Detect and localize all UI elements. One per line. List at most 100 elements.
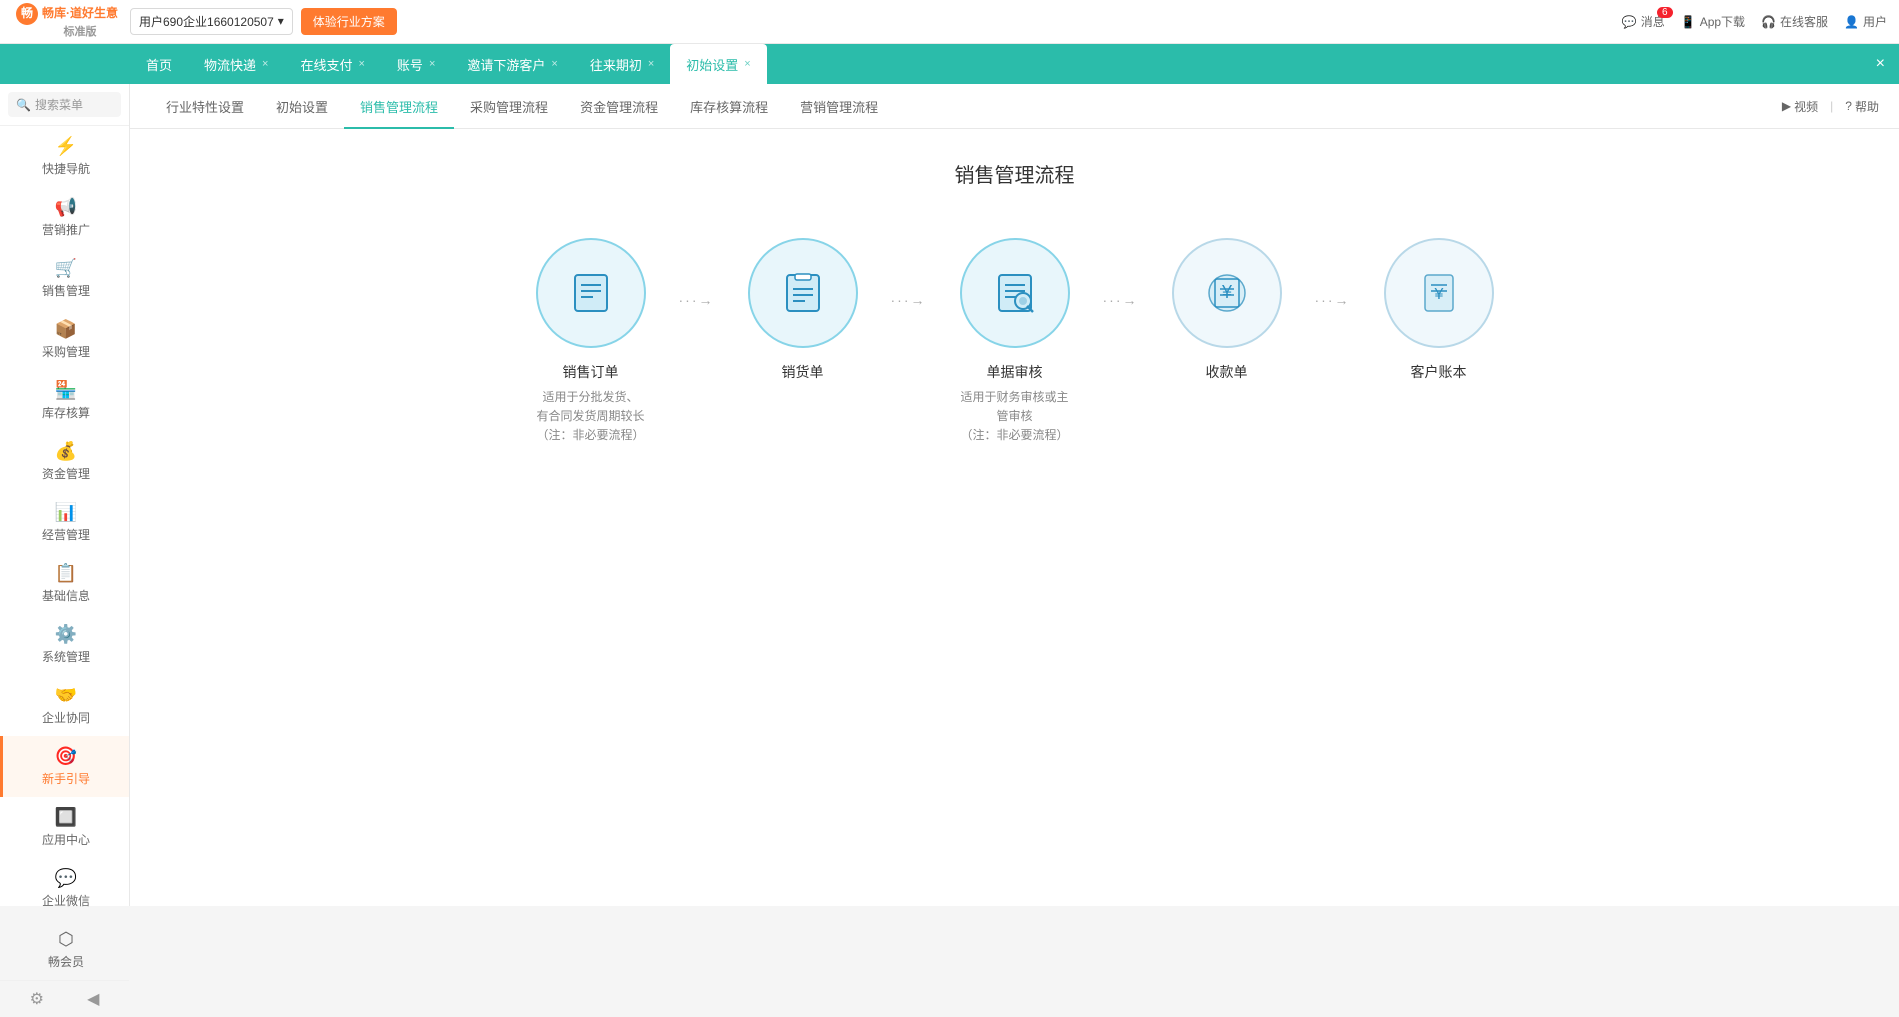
appstore-icon: 🔲 — [55, 807, 77, 828]
trial-button[interactable]: 体验行业方案 — [301, 8, 397, 35]
flow-circle-sales-order — [536, 238, 646, 348]
sub-tabs: 行业特性设置 初始设置 销售管理流程 采购管理流程 资金管理流程 库存核算流程 … — [130, 84, 1899, 129]
sidebar-item-shortcut[interactable]: ⚡ 快捷导航 — [0, 126, 129, 187]
flow-step-ledger[interactable]: ¥ 客户账本 — [1359, 238, 1519, 388]
flow-step-receipt[interactable]: ¥ 收款单 — [1147, 238, 1307, 388]
marketing-icon: 📢 — [55, 197, 77, 218]
nav-tab-close-icon[interactable]: × — [648, 58, 654, 70]
flow-arrow-2: ···→ — [883, 292, 935, 308]
sub-tabs-right: ▶ 视频 | ? 帮助 — [1782, 98, 1879, 115]
sidebar-item-basic[interactable]: 📋 基础信息 — [0, 553, 129, 614]
sidebar-item-operations[interactable]: 📊 经营管理 — [0, 492, 129, 553]
sidebar-bottom: ⚙ ◀ — [0, 980, 129, 1017]
sidebar-item-system[interactable]: ⚙️ 系统管理 — [0, 614, 129, 675]
sidebar-item-wechat[interactable]: 💬 企业微信 — [0, 858, 129, 919]
flow-circle-ledger: ¥ — [1384, 238, 1494, 348]
flow-label-receipt: 收款单 — [1206, 362, 1248, 382]
finance-icon: 💰 — [55, 441, 77, 462]
sub-tab-purchase-flow[interactable]: 采购管理流程 — [454, 84, 564, 129]
sidebar-item-sales[interactable]: 🛒 销售管理 — [0, 248, 129, 309]
sidebar-settings-button[interactable]: ⚙ — [30, 989, 44, 1009]
guide-icon: 🎯 — [55, 746, 77, 767]
user-menu-button[interactable]: 👤 用户 — [1844, 13, 1887, 30]
nav-tab-close-icon[interactable]: × — [429, 58, 435, 70]
video-icon: ▶ — [1782, 99, 1791, 113]
nav-tab-close-icon[interactable]: × — [744, 58, 750, 70]
message-button[interactable]: 💬 消息 6 — [1622, 13, 1665, 30]
flow-desc-audit: 适用于财务审核或主管审核（注：非必要流程） — [960, 388, 1068, 446]
page-title: 销售管理流程 — [170, 159, 1859, 188]
flow-label-ledger: 客户账本 — [1411, 362, 1467, 382]
nav-tab-account[interactable]: 账号 × — [381, 44, 451, 84]
nav-tab-close-icon[interactable]: × — [262, 58, 268, 70]
nav-tab-close-icon[interactable]: × — [551, 58, 557, 70]
flow-step-audit[interactable]: 单据审核 适用于财务审核或主管审核（注：非必要流程） — [935, 238, 1095, 446]
search-icon: 🔍 — [16, 98, 31, 112]
svg-text:¥: ¥ — [1433, 286, 1443, 303]
message-badge: 6 — [1657, 7, 1673, 18]
nav-tab-close-icon[interactable]: × — [358, 58, 364, 70]
purchase-icon: 📦 — [55, 319, 77, 340]
sub-tab-init[interactable]: 初始设置 — [260, 84, 344, 129]
logo-text: 畅 畅库·道好生意 标准版 — [16, 3, 118, 40]
sidebar-item-member[interactable]: ⬡ 畅会员 — [0, 919, 129, 980]
svg-text:¥: ¥ — [1220, 282, 1232, 302]
service-icon: 🎧 — [1761, 15, 1776, 29]
message-icon: 💬 — [1622, 15, 1637, 29]
main-layout: 🔍 搜索菜单 ⚡ 快捷导航 📢 营销推广 🛒 销售管理 📦 采购管理 🏪 库存核… — [0, 84, 1899, 906]
shortcut-icon: ⚡ — [55, 136, 77, 157]
header-left: 畅 畅库·道好生意 标准版 用户690企业1660120507 ▾ 体验行业方案 — [12, 3, 397, 40]
sidebar-search-area[interactable]: 🔍 搜索菜单 — [0, 84, 129, 126]
page-body: 销售管理流程 销售订单 适用于分批发货、有合同发货周期较长（注：非必要流程） — [130, 129, 1899, 476]
dropdown-arrow-icon: ▾ — [278, 14, 284, 28]
nav-tab-invite[interactable]: 邀请下游客户 × — [451, 44, 573, 84]
logo-icon: 畅 — [16, 3, 38, 25]
flow-step-delivery[interactable]: 销货单 — [723, 238, 883, 388]
basic-icon: 📋 — [55, 563, 77, 584]
sidebar-item-finance[interactable]: 💰 资金管理 — [0, 431, 129, 492]
sidebar-item-inventory[interactable]: 🏪 库存核算 — [0, 370, 129, 431]
sub-tab-finance-flow[interactable]: 资金管理流程 — [564, 84, 674, 129]
flow-step-sales-order[interactable]: 销售订单 适用于分批发货、有合同发货周期较长（注：非必要流程） — [511, 238, 671, 446]
flow-circle-delivery — [748, 238, 858, 348]
member-icon: ⬡ — [58, 929, 74, 950]
sidebar-item-guide[interactable]: 🎯 新手引导 — [0, 736, 129, 797]
video-help-button[interactable]: ▶ 视频 — [1782, 98, 1818, 115]
help-icon: ? — [1845, 99, 1852, 113]
flow-label-audit: 单据审核 — [987, 362, 1043, 382]
sidebar-item-purchase[interactable]: 📦 采购管理 — [0, 309, 129, 370]
sub-tab-sales-flow[interactable]: 销售管理流程 — [344, 84, 454, 129]
flow-desc-sales-order: 适用于分批发货、有合同发货周期较长（注：非必要流程） — [536, 388, 644, 446]
nav-tab-payment[interactable]: 在线支付 × — [284, 44, 380, 84]
sidebar-collapse-button[interactable]: ◀ — [87, 989, 99, 1009]
nav-tabs: 首页 物流快递 × 在线支付 × 账号 × 邀请下游客户 × 往来期初 × 初始… — [0, 44, 1899, 84]
main-content: 行业特性设置 初始设置 销售管理流程 采购管理流程 资金管理流程 库存核算流程 … — [130, 84, 1899, 906]
nav-tab-init[interactable]: 初始设置 × — [670, 44, 766, 84]
wechat-icon: 💬 — [55, 868, 77, 889]
nav-tab-period[interactable]: 往来期初 × — [574, 44, 670, 84]
online-service-button[interactable]: 🎧 在线客服 — [1761, 13, 1828, 30]
nav-tab-home[interactable]: 首页 — [130, 44, 188, 84]
sidebar: 🔍 搜索菜单 ⚡ 快捷导航 📢 营销推广 🛒 销售管理 📦 采购管理 🏪 库存核… — [0, 84, 130, 906]
help-button[interactable]: ? 帮助 — [1845, 98, 1879, 115]
sub-tab-inventory-flow[interactable]: 库存核算流程 — [674, 84, 784, 129]
sub-tab-industry[interactable]: 行业特性设置 — [150, 84, 260, 129]
header-right: 💬 消息 6 📱 App下载 🎧 在线客服 👤 用户 — [1622, 13, 1887, 30]
sidebar-item-marketing[interactable]: 📢 营销推广 — [0, 187, 129, 248]
operations-icon: 📊 — [55, 502, 77, 523]
inventory-icon: 🏪 — [55, 380, 77, 401]
sidebar-item-enterprise[interactable]: 🤝 企业协同 — [0, 675, 129, 736]
avatar-icon: 👤 — [1844, 15, 1859, 29]
enterprise-icon: 🤝 — [55, 685, 77, 706]
nav-close-all-button[interactable]: × — [1862, 55, 1899, 73]
sub-tab-marketing-flow[interactable]: 营销管理流程 — [784, 84, 894, 129]
flow-label-sales-order: 销售订单 — [563, 362, 619, 382]
search-input-area[interactable]: 🔍 搜索菜单 — [8, 92, 121, 117]
download-icon: 📱 — [1681, 15, 1696, 29]
app-logo: 畅 畅库·道好生意 标准版 — [12, 3, 122, 40]
sidebar-item-appstore[interactable]: 🔲 应用中心 — [0, 797, 129, 858]
app-download-button[interactable]: 📱 App下载 — [1681, 13, 1745, 30]
top-header: 畅 畅库·道好生意 标准版 用户690企业1660120507 ▾ 体验行业方案… — [0, 0, 1899, 44]
nav-tab-logistics[interactable]: 物流快递 × — [188, 44, 284, 84]
user-selector[interactable]: 用户690企业1660120507 ▾ — [130, 8, 293, 35]
